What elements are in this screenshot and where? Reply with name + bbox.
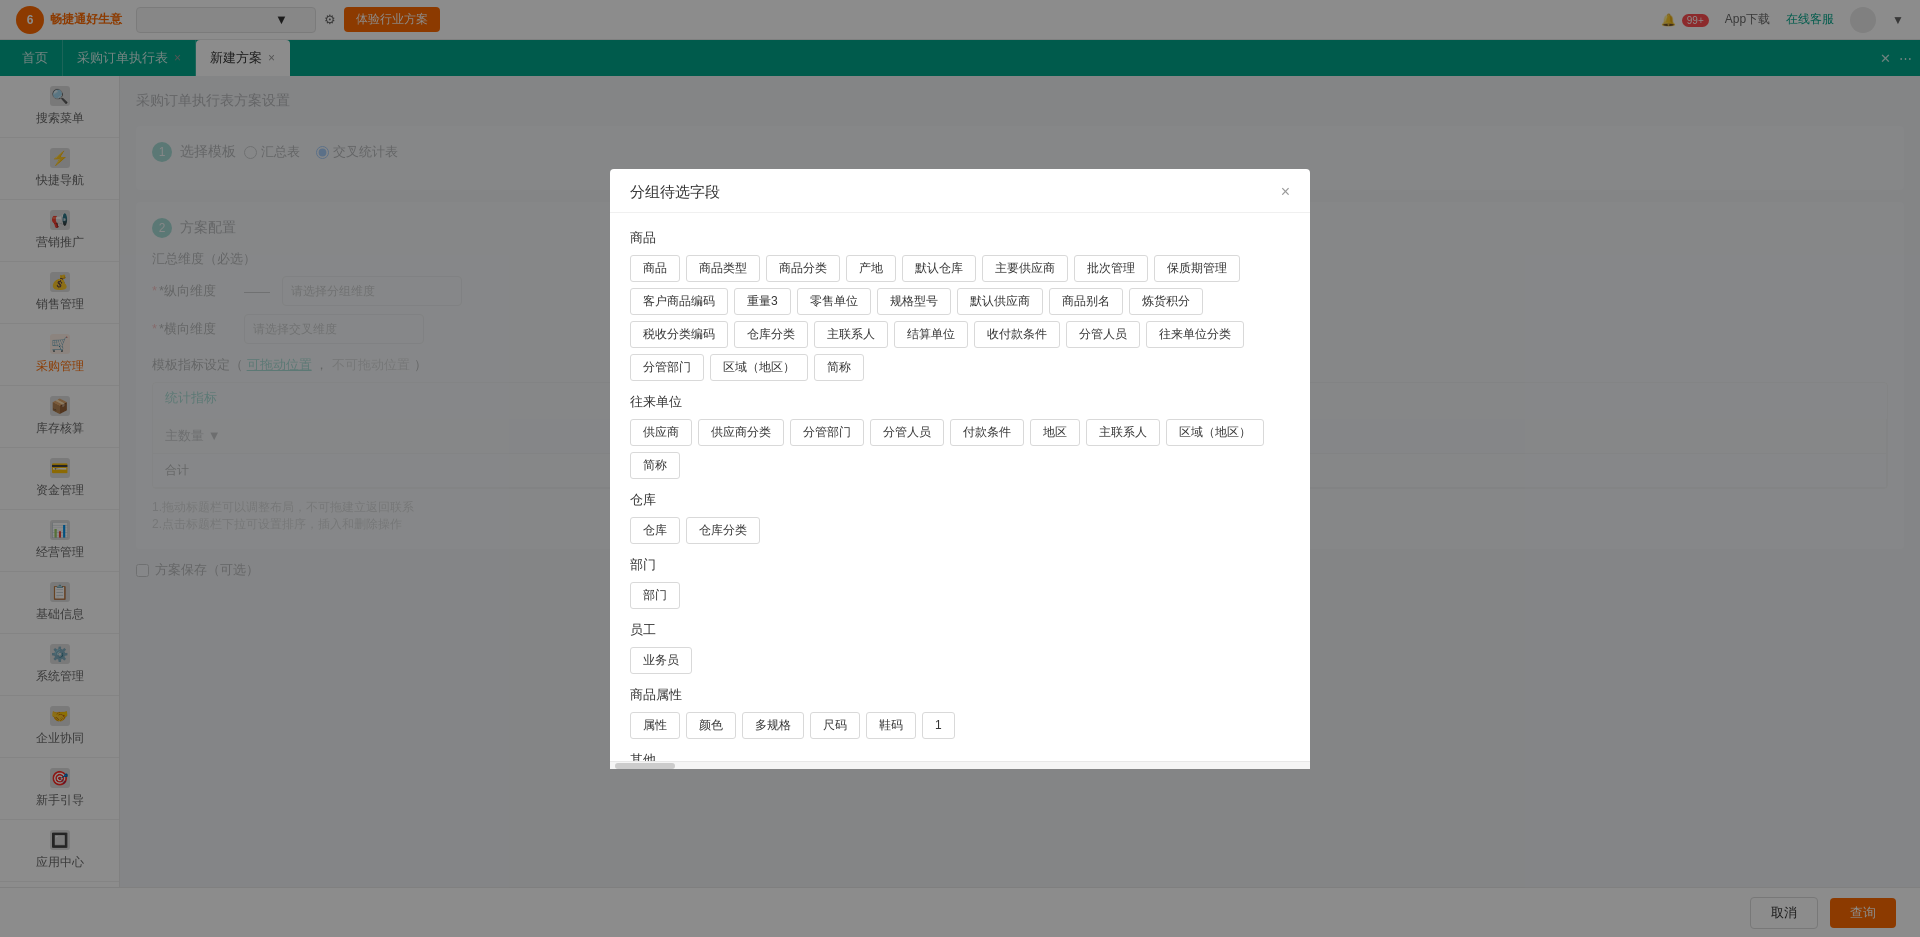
field-tag-department[interactable]: 部门 [630,582,680,609]
field-tag-region2[interactable]: 区域（地区） [1166,419,1264,446]
field-tag-goods-type[interactable]: 商品类型 [686,255,760,282]
field-tag-counterpart-category[interactable]: 往来单位分类 [1146,321,1244,348]
field-tag-retail-unit[interactable]: 零售单位 [797,288,871,315]
field-tag-payment-terms[interactable]: 收付款条件 [974,321,1060,348]
field-tag-region[interactable]: 区域（地区） [710,354,808,381]
field-tag-short-name[interactable]: 简称 [814,354,864,381]
field-tags-warehouse: 仓库 仓库分类 [630,517,1290,544]
modal-hscrollbar[interactable] [610,761,1310,769]
field-tag-supervisor[interactable]: 分管人员 [1066,321,1140,348]
field-tag-refining-points[interactable]: 炼货积分 [1129,288,1203,315]
field-tag-main-contact[interactable]: 主联系人 [814,321,888,348]
field-tag-goods[interactable]: 商品 [630,255,680,282]
field-tag-dept[interactable]: 分管部门 [790,419,864,446]
field-tag-batch-mgmt[interactable]: 批次管理 [1074,255,1148,282]
modal-overlay: 分组待选字段 × 商品 商品 商品类型 商品分类 产地 默认仓库 主要供应商 批… [0,0,1920,937]
field-tag-supplier-category[interactable]: 供应商分类 [698,419,784,446]
field-tag-shoe-size[interactable]: 鞋码 [866,712,916,739]
modal-title: 分组待选字段 [630,183,720,202]
field-tag-customer-code[interactable]: 客户商品编码 [630,288,728,315]
field-tag-origin[interactable]: 产地 [846,255,896,282]
section-title-goods-attrs: 商品属性 [630,686,1290,704]
field-tag-attr1[interactable]: 1 [922,712,955,739]
field-tag-default-warehouse[interactable]: 默认仓库 [902,255,976,282]
field-tag-settlement-unit[interactable]: 结算单位 [894,321,968,348]
field-tag-staff-supervisor[interactable]: 分管人员 [870,419,944,446]
field-tag-expiry-mgmt[interactable]: 保质期管理 [1154,255,1240,282]
section-title-other: 其他 [630,751,1290,761]
field-tag-pay-terms[interactable]: 付款条件 [950,419,1024,446]
field-select-modal: 分组待选字段 × 商品 商品 商品类型 商品分类 产地 默认仓库 主要供应商 批… [610,169,1310,769]
section-title-warehouse: 仓库 [630,491,1290,509]
field-tag-warehouse-category[interactable]: 仓库分类 [734,321,808,348]
field-tag-warehouse[interactable]: 仓库 [630,517,680,544]
modal-header: 分组待选字段 × [610,169,1310,213]
field-tag-size[interactable]: 尺码 [810,712,860,739]
modal-body[interactable]: 商品 商品 商品类型 商品分类 产地 默认仓库 主要供应商 批次管理 保质期管理… [610,213,1310,761]
field-tag-main-contact2[interactable]: 主联系人 [1086,419,1160,446]
field-tag-area[interactable]: 地区 [1030,419,1080,446]
section-title-counterpart: 往来单位 [630,393,1290,411]
field-tags-department: 部门 [630,582,1290,609]
modal-hscroll-thumb [615,763,675,769]
field-tag-supplier[interactable]: 供应商 [630,419,692,446]
field-tags-counterpart: 供应商 供应商分类 分管部门 分管人员 付款条件 地区 主联系人 区域（地区） … [630,419,1290,479]
modal-close-button[interactable]: × [1281,183,1290,201]
field-tag-spec-model[interactable]: 规格型号 [877,288,951,315]
field-tag-dept-supervisor[interactable]: 分管部门 [630,354,704,381]
section-title-department: 部门 [630,556,1290,574]
field-tag-tax-code[interactable]: 税收分类编码 [630,321,728,348]
field-tag-main-supplier[interactable]: 主要供应商 [982,255,1068,282]
field-tag-goods-category[interactable]: 商品分类 [766,255,840,282]
field-tag-attr[interactable]: 属性 [630,712,680,739]
field-tag-warehouse-cat[interactable]: 仓库分类 [686,517,760,544]
field-tags-employee: 业务员 [630,647,1290,674]
field-tag-default-supplier[interactable]: 默认供应商 [957,288,1043,315]
field-tags-goods: 商品 商品类型 商品分类 产地 默认仓库 主要供应商 批次管理 保质期管理 客户… [630,255,1290,381]
field-tag-weight3[interactable]: 重量3 [734,288,791,315]
field-tag-color[interactable]: 颜色 [686,712,736,739]
field-tag-goods-alias[interactable]: 商品别名 [1049,288,1123,315]
field-tags-goods-attrs: 属性 颜色 多规格 尺码 鞋码 1 [630,712,1290,739]
section-title-goods: 商品 [630,229,1290,247]
field-tag-short-name2[interactable]: 简称 [630,452,680,479]
field-tag-salesperson[interactable]: 业务员 [630,647,692,674]
field-tag-multi-spec[interactable]: 多规格 [742,712,804,739]
section-title-employee: 员工 [630,621,1290,639]
